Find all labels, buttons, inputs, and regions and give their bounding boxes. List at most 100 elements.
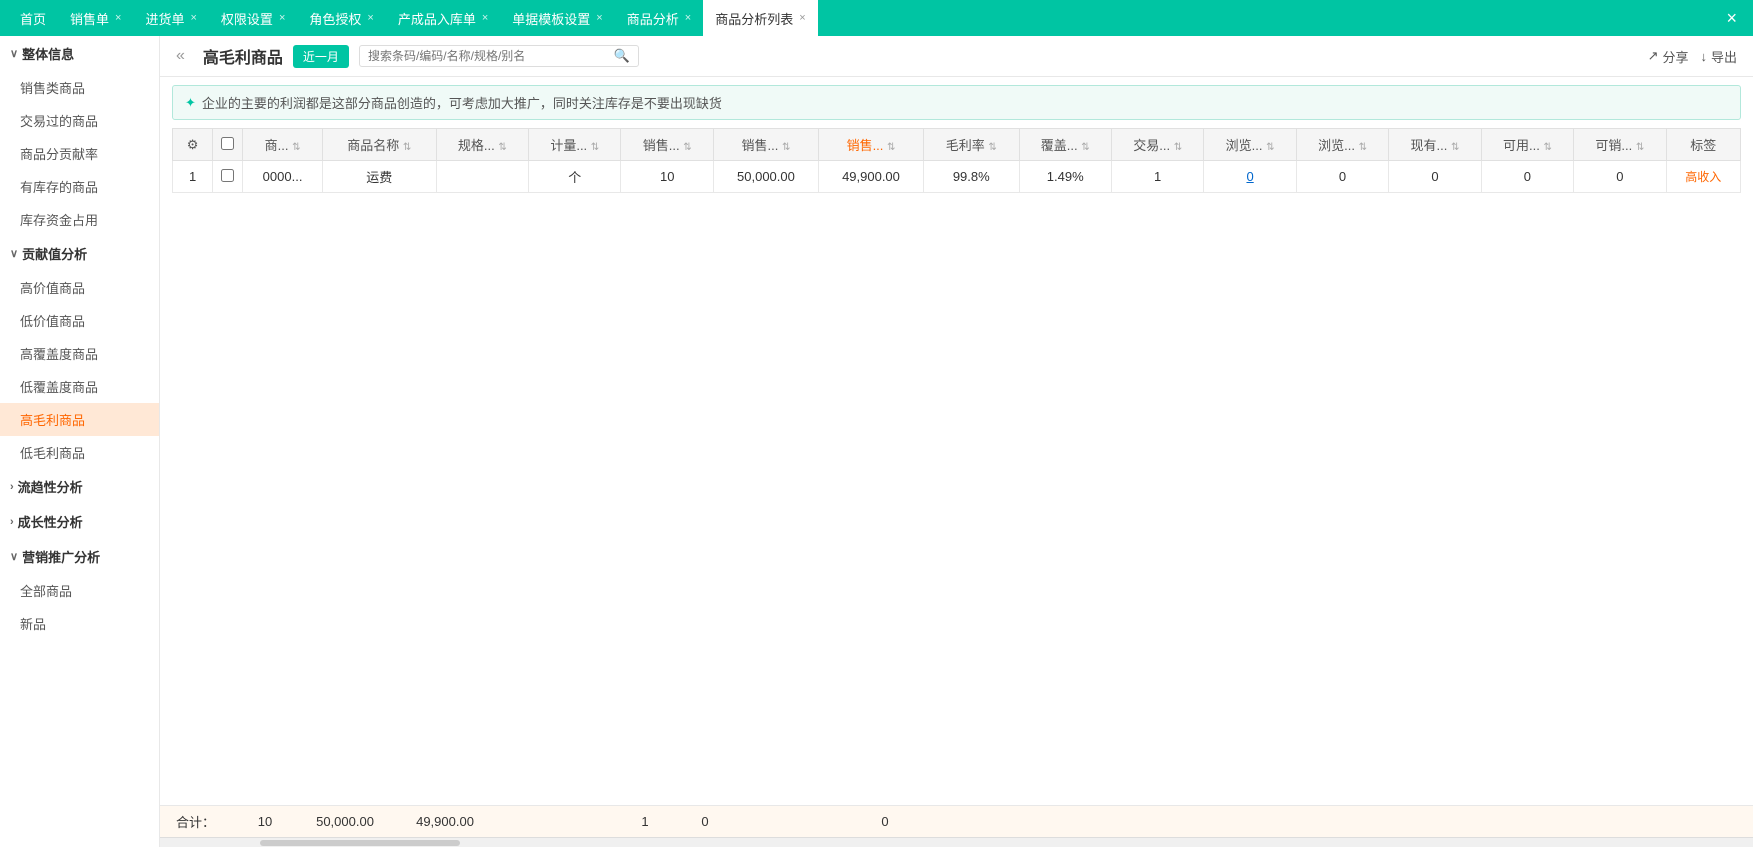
sidebar-item-low-coverage[interactable]: 低覆盖度商品 [0,370,159,403]
col-view2[interactable]: 浏览... ⇅ [1296,129,1388,161]
main-layout: ∨ 整体信息 销售类商品 交易过的商品 商品分贡献率 有库存的商品 库存资金占用… [0,36,1753,847]
filter-month-button[interactable]: 近一月 [293,45,349,68]
nav-item-analysis[interactable]: 商品分析 × [615,0,703,36]
arrow-right-icon: › [10,481,14,493]
nav-item-purchase[interactable]: 进货单 × [133,0,208,36]
col-gross-margin[interactable]: 毛利率 ⇅ [924,129,1019,161]
col-checkbox [213,129,243,161]
footer-empty3 [735,814,795,829]
footer-total-label: 合计： [176,812,215,831]
cell-current: 0 [1389,161,1481,193]
sidebar-item-in-stock[interactable]: 有库存的商品 [0,170,159,203]
sidebar-item-all-goods[interactable]: 全部商品 [0,574,159,607]
scrollbar-thumb[interactable] [260,840,460,846]
sidebar-item-low-margin[interactable]: 低毛利商品 [0,436,159,469]
close-icon[interactable]: × [685,12,691,24]
arrow-right-icon: › [10,516,14,528]
sidebar-group-growth[interactable]: › 成长性分析 [0,504,159,539]
nav-item-sales[interactable]: 销售单 × [58,0,133,36]
footer-empty2 [555,814,615,829]
sidebar-item-high-coverage[interactable]: 高覆盖度商品 [0,337,159,370]
share-icon: ↗ [1648,48,1659,64]
sort-icon: ⇅ [292,142,300,153]
col-available[interactable]: 可用... ⇅ [1481,129,1573,161]
header-actions: ↗ 分享 ↓ 导出 [1648,47,1737,66]
sidebar-group-marketing[interactable]: ∨ 营销推广分析 [0,539,159,574]
sort-icon: ⇅ [988,142,996,153]
sort-icon: ⇅ [1359,142,1367,153]
close-icon[interactable]: × [190,12,196,24]
col-coverage[interactable]: 覆盖... ⇅ [1019,129,1111,161]
sidebar-group-contribution[interactable]: ∨ 贡献值分析 [0,236,159,271]
export-button[interactable]: ↓ 导出 [1700,47,1737,66]
sidebar-item-high-value[interactable]: 高价值商品 [0,271,159,304]
sort-icon: ⇅ [403,142,411,153]
cell-gross-margin: 99.8% [924,161,1019,193]
col-sellable[interactable]: 可销... ⇅ [1574,129,1666,161]
nav-item-permission[interactable]: 权限设置 × [209,0,297,36]
sidebar-item-contribution-rate[interactable]: 商品分贡献率 [0,137,159,170]
footer-sales-qty: 10 [235,814,295,829]
sidebar-item-sales-goods[interactable]: 销售类商品 [0,71,159,104]
info-banner: ✦ 企业的主要的利润都是这部分商品创造的，可考虑加大推广，同时关注库存是不要出现… [172,85,1741,120]
content-area: « 高毛利商品 近一月 🔍 ↗ 分享 ↓ 导出 ✦ 企业的主要的利润都是这部 [160,36,1753,847]
close-icon[interactable]: × [367,12,373,24]
close-icon[interactable]: × [115,12,121,24]
cell-sales-qty: 10 [621,161,713,193]
select-all-checkbox[interactable] [221,137,234,150]
close-icon[interactable]: × [279,12,285,24]
col-sales-amount[interactable]: 销售... ⇅ [713,129,818,161]
close-icon[interactable]: × [596,12,602,24]
search-input[interactable] [368,49,614,63]
cell-view1[interactable]: 0 [1204,161,1296,193]
cell-sellable: 0 [1574,161,1666,193]
page-title: 高毛利商品 [203,44,283,68]
close-icon[interactable]: × [482,12,488,24]
table-header-row: ⚙ 商... ⇅ 商品名称 ⇅ 规格... ⇅ 计量... ⇅ 销售... ⇅ … [173,129,1741,161]
sidebar-item-new-goods[interactable]: 新品 [0,607,159,640]
sort-icon: ⇅ [1174,142,1182,153]
sidebar-item-stock-capital[interactable]: 库存资金占用 [0,203,159,236]
collapse-sidebar-button[interactable]: « [176,47,185,65]
search-icon[interactable]: 🔍 [614,48,630,64]
cell-view2: 0 [1296,161,1388,193]
sidebar-group-overall[interactable]: ∨ 整体信息 [0,36,159,71]
col-name[interactable]: 商品名称 ⇅ [322,129,436,161]
col-current[interactable]: 现有... ⇅ [1389,129,1481,161]
table-row: 1 0000... 运费 个 10 50,000.00 49,900.00 99… [173,161,1741,193]
nav-item-product-in[interactable]: 产成品入库单 × [386,0,500,36]
cell-code: 0000... [243,161,323,193]
col-settings[interactable]: ⚙ [173,129,213,161]
nav-item-role[interactable]: 角色授权 × [297,0,385,36]
sidebar-item-traded-goods[interactable]: 交易过的商品 [0,104,159,137]
sort-icon: ⇅ [683,142,691,153]
col-sales-cost[interactable]: 销售... ⇅ [818,129,923,161]
col-spec[interactable]: 规格... ⇅ [436,129,528,161]
col-unit[interactable]: 计量... ⇅ [529,129,621,161]
arrow-down-icon: ∨ [10,247,18,260]
row-checkbox[interactable] [221,169,234,182]
col-sales-qty[interactable]: 销售... ⇅ [621,129,713,161]
share-button[interactable]: ↗ 分享 [1648,47,1689,66]
nav-item-home[interactable]: 首页 [8,0,58,36]
sidebar-item-high-margin[interactable]: 高毛利商品 [0,403,159,436]
footer-cols: 10 50,000.00 49,900.00 1 0 0 [235,814,1737,829]
col-transaction[interactable]: 交易... ⇅ [1111,129,1203,161]
content-header: « 高毛利商品 近一月 🔍 ↗ 分享 ↓ 导出 [160,36,1753,77]
nav-item-template[interactable]: 单据模板设置 × [500,0,614,36]
table-wrapper[interactable]: ⚙ 商... ⇅ 商品名称 ⇅ 规格... ⇅ 计量... ⇅ 销售... ⇅ … [172,128,1741,805]
sidebar-item-low-value[interactable]: 低价值商品 [0,304,159,337]
horizontal-scrollbar[interactable] [160,837,1753,847]
close-icon[interactable]: × [799,12,805,24]
col-view1[interactable]: 浏览... ⇅ [1204,129,1296,161]
footer-transaction: 1 [615,814,675,829]
footer-sales-amount: 50,000.00 [295,814,395,829]
cell-checkbox[interactable] [213,161,243,193]
sort-icon: ⇅ [1266,142,1274,153]
sidebar-group-trend[interactable]: › 流趋性分析 [0,469,159,504]
col-code[interactable]: 商... ⇅ [243,129,323,161]
close-all-icon[interactable]: × [1718,8,1745,29]
cell-transaction: 1 [1111,161,1203,193]
nav-item-analysis-list[interactable]: 商品分析列表 × [703,0,817,36]
footer-bar: 合计： 10 50,000.00 49,900.00 1 0 0 [160,805,1753,837]
